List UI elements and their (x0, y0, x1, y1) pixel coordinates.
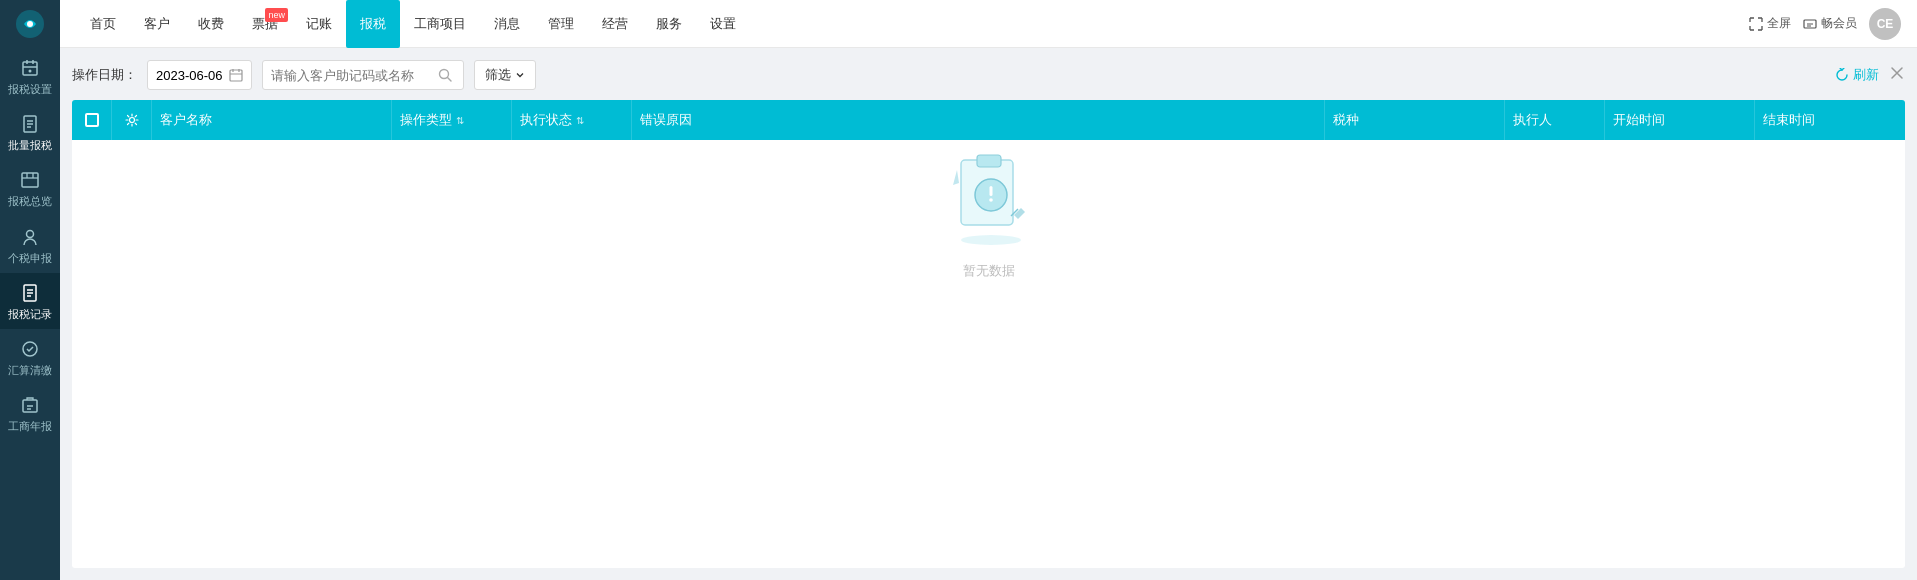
th-end-time: 结束时间 (1755, 100, 1905, 140)
date-label: 操作日期： (72, 66, 137, 84)
topnav-right: 全屏 畅会员 CE (1749, 8, 1901, 40)
member-icon (1803, 17, 1817, 31)
th-customer-name: 客户名称 (152, 100, 392, 140)
sidebar-item-baoshui-zonglan[interactable]: 报税总览 (0, 160, 60, 216)
main-wrap: 首页 客户 收费 票据 new 记账 报税 工商项目 消息 (60, 0, 1917, 580)
sidebar-item-piliang-baoshui[interactable]: 批量报税 (0, 104, 60, 160)
svg-rect-2 (23, 62, 37, 75)
chevron-down-icon (515, 70, 525, 80)
table-wrap: 客户名称 操作类型 ⇅ 执行状态 ⇅ 错误原因 税种 执行人 (72, 100, 1905, 568)
baoshui-jilu-icon (18, 281, 42, 305)
empty-illustration (939, 140, 1039, 250)
sidebar-item-label: 报税总览 (8, 195, 52, 208)
empty-state: 暂无数据 (72, 140, 1905, 280)
search-input[interactable] (271, 68, 431, 83)
date-input[interactable]: 2023-06-06 (147, 60, 252, 90)
th-tax-type: 税种 (1325, 100, 1505, 140)
sidebar-item-baoshui-jilu[interactable]: 报税记录 (0, 273, 60, 329)
svg-point-19 (989, 198, 993, 202)
avatar[interactable]: CE (1869, 8, 1901, 40)
th-checkbox[interactable] (72, 100, 112, 140)
sidebar-item-label: 报税设置 (8, 83, 52, 96)
th-settings[interactable] (112, 100, 152, 140)
sidebar-item-label: 汇算清缴 (8, 364, 52, 377)
nav-item-home[interactable]: 首页 (76, 0, 130, 48)
content-area: 操作日期： 2023-06-06 筛选 (60, 48, 1917, 580)
piliang-baoshui-icon (18, 112, 42, 136)
filter-button[interactable]: 筛选 (474, 60, 536, 90)
svg-point-1 (27, 21, 33, 27)
th-executor: 执行人 (1505, 100, 1605, 140)
date-value: 2023-06-06 (156, 68, 223, 83)
sidebar: 报税设置 批量报税 报税总览 个税申报 (0, 0, 60, 580)
select-all-checkbox[interactable] (85, 113, 99, 127)
sidebar-item-baoshui-shezhi[interactable]: 报税设置 (0, 48, 60, 104)
svg-rect-18 (989, 186, 992, 196)
new-badge: new (265, 8, 288, 22)
empty-text: 暂无数据 (963, 262, 1015, 280)
toolbar-right: 刷新 (1835, 65, 1905, 85)
nav-item-fuwu[interactable]: 服务 (642, 0, 696, 48)
sidebar-item-label: 工商年报 (8, 420, 52, 433)
close-icon (1889, 65, 1905, 81)
huisuan-jiaona-icon (18, 337, 42, 361)
svg-rect-11 (230, 70, 242, 81)
nav-item-jizhang[interactable]: 记账 (292, 0, 346, 48)
th-start-time: 开始时间 (1605, 100, 1755, 140)
sort-icon: ⇅ (576, 115, 584, 126)
table-body: 暂无数据 (72, 140, 1905, 568)
svg-point-13 (129, 118, 134, 123)
search-icon (438, 68, 452, 82)
baoshui-zonglan-icon (18, 168, 42, 192)
search-wrap (262, 60, 464, 90)
th-exec-status[interactable]: 执行状态 ⇅ (512, 100, 632, 140)
refresh-button[interactable]: 刷新 (1835, 66, 1879, 84)
sidebar-item-gongshang-nianbao[interactable]: 工商年报 (0, 385, 60, 441)
th-operation-type[interactable]: 操作类型 ⇅ (392, 100, 512, 140)
nav-item-guanli[interactable]: 管理 (534, 0, 588, 48)
svg-rect-16 (977, 155, 1001, 167)
member-button[interactable]: 畅会员 (1803, 15, 1857, 32)
refresh-icon (1835, 68, 1849, 82)
search-button[interactable] (431, 61, 459, 89)
close-button[interactable] (1889, 65, 1905, 85)
sidebar-logo (0, 0, 60, 48)
sidebar-item-label: 批量报税 (8, 139, 52, 152)
calendar-icon (229, 68, 243, 82)
sidebar-item-huisuan-jiaona[interactable]: 汇算清缴 (0, 329, 60, 385)
svg-point-6 (27, 230, 34, 237)
nav-item-jingying[interactable]: 经营 (588, 0, 642, 48)
table-header: 客户名称 操作类型 ⇅ 执行状态 ⇅ 错误原因 税种 执行人 (72, 100, 1905, 140)
th-error-reason: 错误原因 (632, 100, 1325, 140)
gongshang-nianbao-icon (18, 393, 42, 417)
svg-point-14 (961, 235, 1021, 245)
topnav: 首页 客户 收费 票据 new 记账 报税 工商项目 消息 (60, 0, 1917, 48)
baoshui-shezhi-icon (18, 56, 42, 80)
nav-item-customer[interactable]: 客户 (130, 0, 184, 48)
nav-item-xiaoxi[interactable]: 消息 (480, 0, 534, 48)
toolbar: 操作日期： 2023-06-06 筛选 (72, 60, 1905, 90)
nav-items: 首页 客户 收费 票据 new 记账 报税 工商项目 消息 (76, 0, 1749, 48)
fullscreen-button[interactable]: 全屏 (1749, 15, 1791, 32)
geshuishenbaoi-icon (18, 225, 42, 249)
sidebar-item-label: 报税记录 (8, 308, 52, 321)
sort-icon: ⇅ (456, 115, 464, 126)
sidebar-item-label: 个税申报 (8, 252, 52, 265)
nav-item-gongshang[interactable]: 工商项目 (400, 0, 480, 48)
nav-item-baoshui[interactable]: 报税 (346, 0, 400, 48)
nav-item-piaojv[interactable]: 票据 new (238, 0, 292, 48)
fullscreen-icon (1749, 17, 1763, 31)
nav-item-shoufei[interactable]: 收费 (184, 0, 238, 48)
settings-icon (125, 113, 139, 127)
svg-point-3 (29, 70, 32, 73)
sidebar-item-geshuishenbaoi[interactable]: 个税申报 (0, 217, 60, 273)
nav-item-shezhi[interactable]: 设置 (696, 0, 750, 48)
svg-rect-5 (22, 173, 38, 187)
